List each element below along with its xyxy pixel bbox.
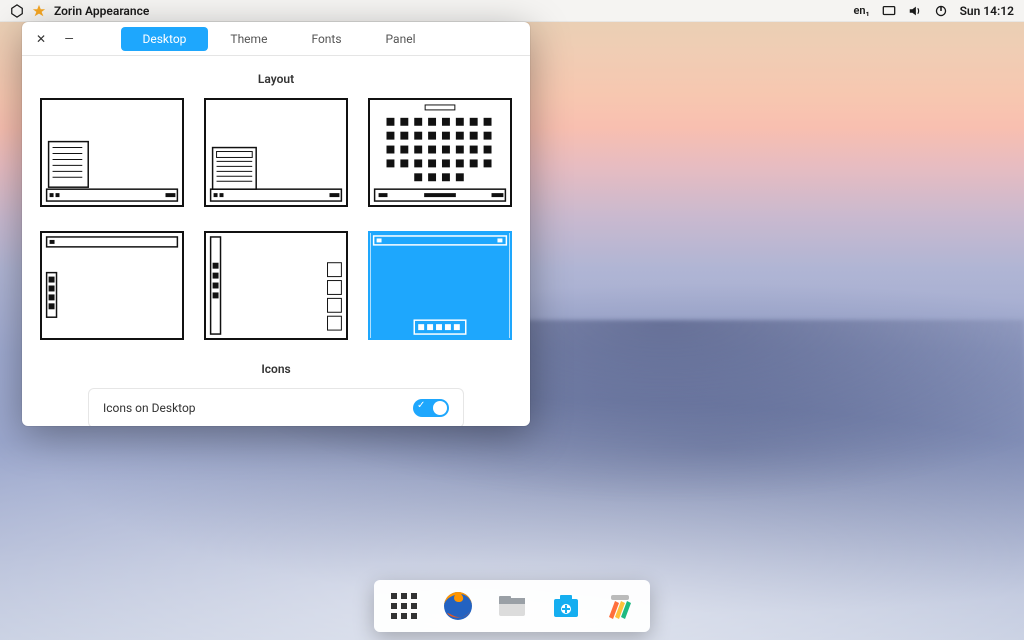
tab-label: Theme [230,32,267,46]
layout-grid [38,98,514,358]
layout-option-6[interactable] [368,231,512,340]
apps-grid-icon[interactable] [384,586,424,626]
power-icon[interactable] [934,4,948,18]
close-button[interactable]: ✕ [30,28,52,50]
volume-icon[interactable] [908,4,922,18]
minimize-button[interactable]: — [58,28,80,50]
tab-label: Panel [386,32,416,46]
appearance-window: ✕ — Desktop Theme Fonts Panel Layout [22,22,530,426]
tab-bar: Desktop Theme Fonts Panel [121,27,438,51]
clock[interactable]: Sun 14:12 [960,4,1014,18]
layout-option-4[interactable] [40,231,184,340]
layout-option-2[interactable] [204,98,348,207]
software-icon[interactable] [546,586,586,626]
active-app-title: Zorin Appearance [54,4,149,18]
screen-icon[interactable] [882,4,896,18]
icons-on-desktop-row: Icons on Desktop [88,388,464,426]
tab-panel[interactable]: Panel [364,27,438,51]
firefox-icon[interactable] [438,586,478,626]
dock [374,580,650,632]
files-icon[interactable] [492,586,532,626]
tab-theme[interactable]: Theme [208,27,289,51]
appearance-app-icon [32,4,46,18]
zorin-menu-icon[interactable] [10,4,24,18]
tab-fonts[interactable]: Fonts [289,27,363,51]
top-panel: Zorin Appearance en₁ Sun 14:12 [0,0,1024,22]
tab-label: Fonts [311,32,341,46]
window-content[interactable]: Layout [22,56,530,426]
tab-desktop[interactable]: Desktop [121,27,209,51]
tab-label: Desktop [143,32,187,46]
section-heading-icons: Icons [38,362,514,376]
layout-option-3[interactable] [368,98,512,207]
layout-option-1[interactable] [40,98,184,207]
section-heading-layout: Layout [38,72,514,86]
icons-on-desktop-toggle[interactable] [413,399,449,417]
appearance-icon[interactable] [600,586,640,626]
keyboard-lang[interactable]: en₁ [853,4,869,17]
layout-option-5[interactable] [204,231,348,340]
window-titlebar: ✕ — Desktop Theme Fonts Panel [22,22,530,56]
icons-on-desktop-label: Icons on Desktop [103,401,196,415]
